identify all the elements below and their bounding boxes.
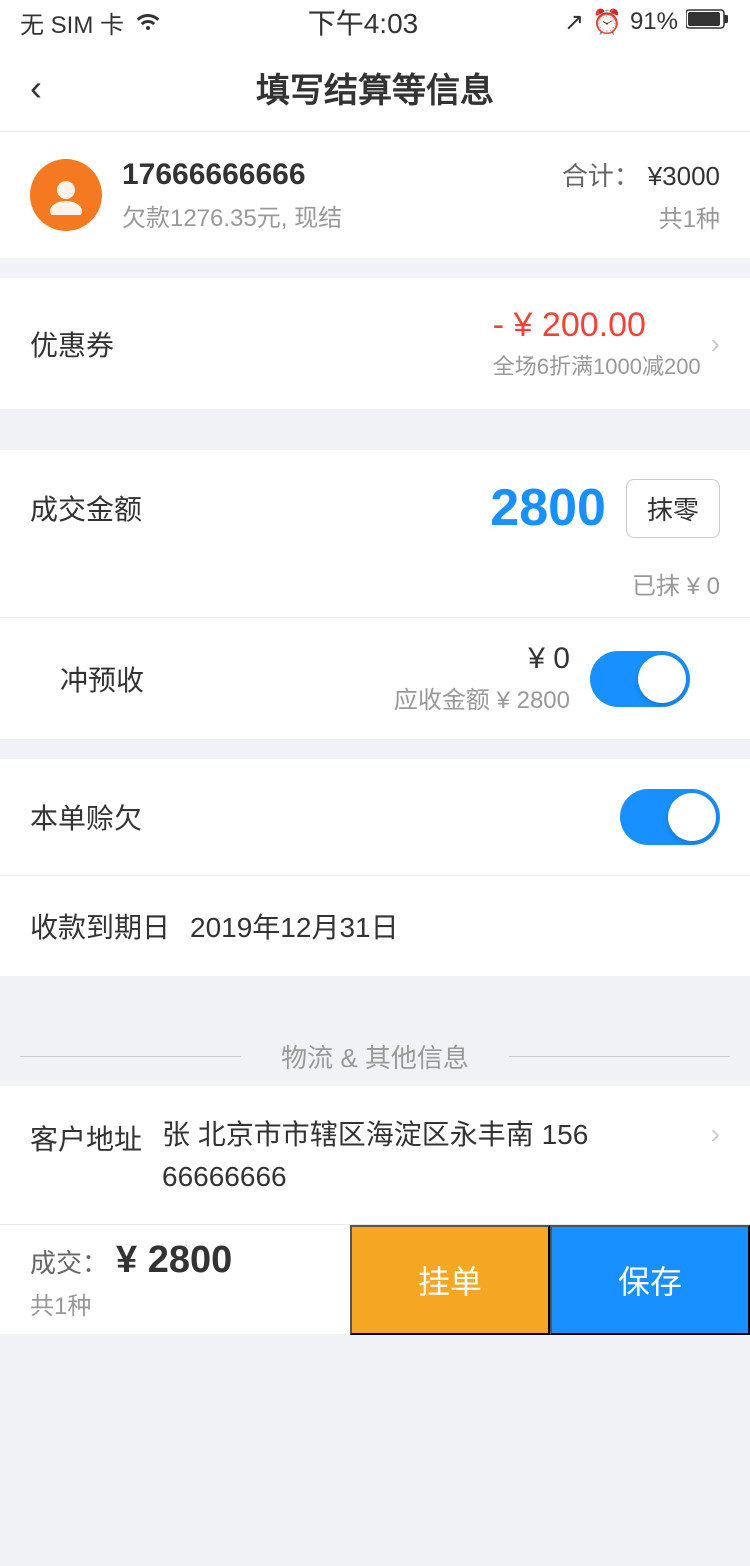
carrier-text: 无 SIM 卡: [20, 5, 124, 40]
avatar: [30, 159, 102, 231]
due-date-card: 收款到期日 2019年12月31日: [0, 876, 750, 976]
nav-bar: ‹ 填写结算等信息: [0, 44, 750, 132]
user-phone: 17666666666: [122, 158, 342, 192]
hold-button[interactable]: 挂单: [350, 1225, 550, 1335]
alarm-icon: ⏰: [592, 8, 622, 37]
credit-label: 本单赊欠: [30, 797, 142, 837]
bottom-count: 共1种: [30, 1286, 320, 1321]
status-right: ↗ ⏰ 91%: [564, 8, 730, 37]
address-card[interactable]: 客户地址 张 北京市市辖区海淀区永丰南 156 66666666 ›: [0, 1086, 750, 1226]
coupon-right: - ¥ 200.00 全场6折满1000减200 ›: [493, 306, 720, 381]
section-divider-1: [0, 430, 750, 450]
credit-toggle[interactable]: [620, 789, 720, 845]
coupon-label: 优惠券: [30, 324, 114, 364]
coupon-row[interactable]: 优惠券 - ¥ 200.00 全场6折满1000减200 ›: [0, 278, 750, 410]
prepay-sub: 应收金额 ¥ 2800: [394, 680, 570, 715]
credit-toggle-knob: [668, 793, 716, 841]
user-subinfo: 欠款1276.35元, 现结: [122, 198, 342, 233]
prepay-toggle[interactable]: [590, 651, 690, 707]
amount-row: 成交金额 2800 抹零: [0, 450, 750, 566]
user-card: 17666666666 欠款1276.35元, 现结 合计： ¥3000 共1种: [0, 132, 750, 258]
coupon-card: 优惠券 - ¥ 200.00 全场6折满1000减200 ›: [0, 278, 750, 410]
page-title: 填写结算等信息: [256, 63, 494, 112]
prepay-right: ¥ 0 应收金额 ¥ 2800: [394, 642, 690, 715]
amount-value: 2800: [490, 478, 606, 538]
address-value: 张 北京市市辖区海淀区永丰南 156 66666666: [162, 1114, 701, 1198]
logistics-label: 物流 & 其他信息: [281, 1038, 469, 1075]
logistics-divider: 物流 & 其他信息: [0, 1026, 750, 1086]
coupon-description: 全场6折满1000减200: [493, 349, 701, 381]
user-count: 共1种: [562, 199, 720, 234]
status-bar: 无 SIM 卡 下午4:03 ↗ ⏰ 91%: [0, 0, 750, 44]
battery-icon: [686, 8, 730, 37]
divider-line-left: [20, 1056, 241, 1057]
bottom-total-amount: ¥ 2800: [116, 1239, 232, 1282]
round-button[interactable]: 抹零: [626, 479, 720, 538]
credit-card: 本单赊欠: [0, 759, 750, 875]
amount-right: 2800 抹零: [490, 478, 720, 538]
user-total-value: ¥3000: [648, 161, 720, 191]
amount-label: 成交金额: [30, 488, 142, 528]
due-date-label: 收款到期日: [30, 906, 170, 946]
address-label: 客户地址: [30, 1114, 142, 1158]
save-button[interactable]: 保存: [550, 1225, 750, 1335]
user-right: 合计： ¥3000 共1种: [562, 156, 720, 234]
bottom-total-row: 成交： ¥ 2800: [30, 1239, 320, 1282]
coupon-info: - ¥ 200.00 全场6折满1000减200: [493, 306, 701, 381]
address-chevron-icon: ›: [711, 1114, 720, 1150]
prepay-label: 冲预收: [60, 659, 144, 699]
bottom-bar: 成交： ¥ 2800 共1种 挂单 保存: [0, 1224, 750, 1334]
prepay-row: 冲预收 ¥ 0 应收金额 ¥ 2800: [30, 618, 720, 739]
due-date-value: 2019年12月31日: [190, 906, 399, 946]
content: 17666666666 欠款1276.35元, 现结 合计： ¥3000 共1种…: [0, 132, 750, 1566]
amount-card: 成交金额 2800 抹零 已抹 ¥ 0 冲预收 ¥ 0 应收金额 ¥ 2800: [0, 450, 750, 739]
status-left: 无 SIM 卡: [20, 5, 162, 40]
status-time: 下午4:03: [308, 2, 419, 42]
user-total-label: 合计：: [562, 161, 640, 191]
bottom-summary: 成交： ¥ 2800 共1种: [0, 1239, 350, 1321]
amount-sub: 已抹 ¥ 0: [0, 566, 750, 617]
prepay-amount: ¥ 0: [528, 642, 570, 676]
section-divider-3: [0, 996, 750, 1026]
coupon-discount: - ¥ 200.00: [493, 306, 701, 345]
toggle-knob: [638, 655, 686, 703]
bottom-total-label: 成交：: [30, 1243, 108, 1280]
user-total: 合计： ¥3000: [562, 156, 720, 193]
chevron-right-icon: ›: [711, 328, 720, 360]
wifi-icon: [134, 8, 162, 37]
back-button[interactable]: ‹: [30, 67, 42, 109]
section-divider-2: [0, 739, 750, 759]
divider-line-right: [509, 1056, 730, 1057]
location-icon: ↗: [564, 8, 584, 37]
battery-text: 91%: [630, 8, 678, 36]
user-left: 17666666666 欠款1276.35元, 现结: [30, 158, 342, 233]
prepay-section: 冲预收 ¥ 0 应收金额 ¥ 2800: [0, 617, 750, 739]
prepay-amounts: ¥ 0 应收金额 ¥ 2800: [394, 642, 570, 715]
user-info: 17666666666 欠款1276.35元, 现结: [122, 158, 342, 233]
